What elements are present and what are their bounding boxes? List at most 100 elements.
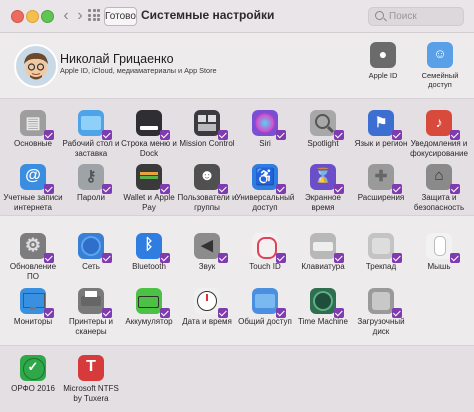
pref-keyboard[interactable]: Клавиатура <box>297 233 349 272</box>
pref-label: Пользователи и группы <box>177 193 237 212</box>
pref-label: Учетные записи интернета <box>3 193 63 212</box>
pref-label: Рабочий стол и заставка <box>62 139 120 158</box>
show-all-grid-icon[interactable] <box>88 9 100 21</box>
pref-time-machine[interactable]: Time Machine <box>297 288 349 327</box>
pref-general[interactable]: ▤ Основные <box>7 110 59 149</box>
pref-label: Bluetooth <box>132 262 166 271</box>
pref-mouse[interactable]: Мышь <box>413 233 465 272</box>
pref-label: Строка меню и Dock <box>121 139 177 158</box>
checkmark-icon <box>102 308 112 318</box>
pref-printer[interactable]: Принтеры и сканеры <box>65 288 117 336</box>
window-title: Системные настройки <box>141 8 275 22</box>
pref-label: Уведомления и фокусирование <box>410 139 468 158</box>
key-icon: ⚷ <box>78 164 112 194</box>
pref-battery[interactable]: Аккумулятор <box>123 288 175 327</box>
done-button[interactable]: Готово <box>104 7 137 26</box>
pref-label: Microsoft NTFS by Tuxera <box>63 384 119 403</box>
pref-spotlight[interactable]: Spotlight <box>297 110 349 149</box>
general-icon: ▤ <box>20 110 54 140</box>
pref-gear[interactable]: ⚙ Обновление ПО <box>7 233 59 281</box>
checkmark-icon <box>102 253 112 263</box>
pref-desktop[interactable]: Рабочий стол и заставка <box>63 110 119 158</box>
gear-icon: ⚙ <box>20 233 54 263</box>
users-icon: ☻ <box>194 164 228 194</box>
pref-disk[interactable]: Загрузочный диск <box>355 288 407 336</box>
pref-at[interactable]: @ Учетные записи интернета <box>3 164 63 212</box>
pref-siri[interactable]: Siri <box>239 110 291 149</box>
pref-label: Звук <box>198 262 216 271</box>
pref-label: Экранное время <box>305 193 341 212</box>
title-bar: ‹ › Готово Системные настройки <box>0 0 474 33</box>
checkmark-icon <box>450 184 460 194</box>
pref-hourglass[interactable]: ⌛ Экранное время <box>297 164 349 212</box>
trackpad-icon <box>368 233 402 263</box>
checkmark-icon <box>44 253 54 263</box>
family-icon: ☺ <box>427 42 453 68</box>
checkmark-icon <box>160 130 170 140</box>
pref-tuxera[interactable]: T Microsoft NTFS by Tuxera <box>63 355 119 403</box>
mission-control-icon <box>194 110 228 140</box>
system-preferences-window: ‹ › Готово Системные настройки Николай Г… <box>0 0 474 412</box>
pref-house[interactable]: ⌂ Защита и безопасность <box>413 164 465 212</box>
search-input[interactable] <box>389 9 459 24</box>
pref-key[interactable]: ⚷ Пароли <box>65 164 117 203</box>
pref-label: Загрузочный диск <box>357 317 405 336</box>
pref-users[interactable]: ☻ Пользователи и группы <box>178 164 236 212</box>
checkmark-icon <box>392 308 402 318</box>
dock-icon <box>136 110 170 140</box>
minimize-window-button[interactable] <box>26 10 39 23</box>
pref-clock[interactable]: Дата и время <box>181 288 233 327</box>
globe-icon <box>78 233 112 263</box>
pref-puzzle[interactable]: ✚ Расширения <box>355 164 407 203</box>
pref-family[interactable]: ☺ Семейный доступ <box>410 42 470 89</box>
pref-display[interactable]: Мониторы <box>7 288 59 327</box>
printer-icon <box>78 288 112 318</box>
pref-folder[interactable]: Общий доступ <box>238 288 292 327</box>
zoom-window-button[interactable] <box>41 10 54 23</box>
pref-accessibility[interactable]: ♿ Универсальный доступ <box>236 164 294 212</box>
pref-apple[interactable]: ● Apple ID <box>353 42 413 80</box>
pref-label: Обновление ПО <box>9 262 57 281</box>
bluetooth-icon: ᛒ <box>136 233 170 263</box>
user-name[interactable]: Николай Грицаенко <box>60 52 174 66</box>
pref-mission-control[interactable]: Mission Control <box>179 110 235 149</box>
checkmark-icon <box>218 184 228 194</box>
pref-label: Трекпад <box>365 262 397 271</box>
avatar[interactable] <box>14 44 58 88</box>
speaker-icon: ◀ <box>194 233 228 263</box>
mouse-icon <box>426 233 460 263</box>
pref-bluetooth[interactable]: ᛒ Bluetooth <box>123 233 175 272</box>
pref-label: Touch ID <box>249 262 281 271</box>
close-window-button[interactable] <box>11 10 24 23</box>
checkmark-icon <box>160 253 170 263</box>
pref-wallet[interactable]: Wallet и Apple Pay <box>123 164 175 212</box>
checkmark-icon <box>276 253 286 263</box>
forward-arrow-icon[interactable]: › <box>72 7 88 25</box>
pref-dock[interactable]: Строка меню и Dock <box>121 110 177 158</box>
pref-label: Wallet и Apple Pay <box>123 193 175 212</box>
apple-icon: ● <box>370 42 396 68</box>
puzzle-icon: ✚ <box>368 164 402 194</box>
checkmark-icon <box>44 308 54 318</box>
pref-label: Общий доступ <box>238 317 292 326</box>
desktop-icon <box>78 110 112 140</box>
time-machine-icon <box>310 288 344 318</box>
checkmark-icon <box>44 184 54 194</box>
checkmark-icon <box>392 253 402 263</box>
flag-icon: ⚑ <box>368 110 402 140</box>
pref-trackpad[interactable]: Трекпад <box>355 233 407 272</box>
pref-label: Time Machine <box>298 317 348 326</box>
pref-bell[interactable]: ♪ Уведомления и фокусирование <box>410 110 468 158</box>
pref-label: Mission Control <box>179 139 235 148</box>
wallet-icon <box>136 164 170 194</box>
pref-label: Дата и время <box>182 317 232 326</box>
pref-flag[interactable]: ⚑ Язык и регион <box>355 110 407 149</box>
pref-orfo[interactable]: ✓ ОРФО 2016 <box>7 355 59 394</box>
pref-globe[interactable]: Сеть <box>65 233 117 272</box>
pref-speaker[interactable]: ◀ Звук <box>181 233 233 272</box>
search-field[interactable] <box>368 7 464 26</box>
checkmark-icon <box>334 308 344 318</box>
pref-fingerprint[interactable]: Touch ID <box>239 233 291 272</box>
checkmark-icon <box>44 130 54 140</box>
at-icon: @ <box>20 164 54 194</box>
